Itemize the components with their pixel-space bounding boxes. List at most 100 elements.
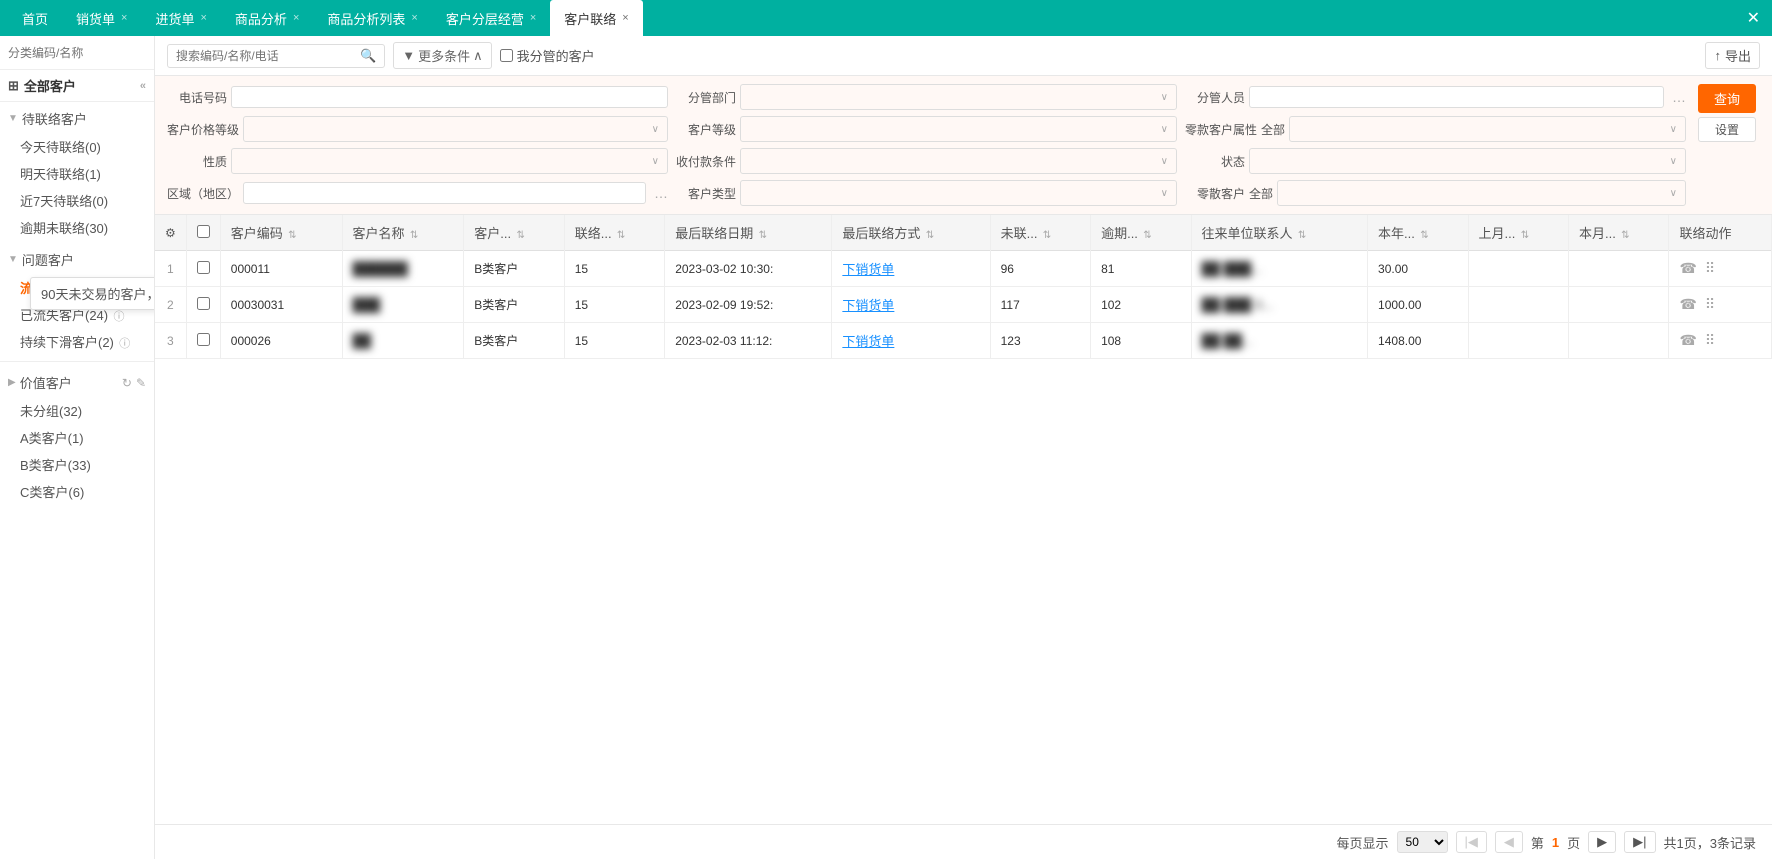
window-close-button[interactable]: ✕ — [1743, 4, 1764, 32]
unit-contact-sort-icon[interactable]: ⇅ — [1298, 230, 1306, 241]
filter-search-icon[interactable]: 🔍 — [360, 48, 376, 64]
filter-payment: 收付款条件 ∨ — [676, 148, 1177, 174]
sidebar-item-today-contact[interactable]: 今天待联络(0) — [0, 133, 154, 160]
gender-select[interactable]: ∨ — [231, 148, 668, 174]
phone-input[interactable] — [231, 86, 668, 108]
tab-customer-segment-close[interactable]: × — [530, 12, 536, 24]
last-page-button[interactable]: ▶| — [1624, 831, 1655, 853]
first-page-button[interactable]: |◀ — [1456, 831, 1487, 853]
last-month-sort-icon[interactable]: ⇅ — [1521, 230, 1529, 241]
export-button[interactable]: ↑ 导出 — [1705, 42, 1760, 69]
page-size-label: 每页显示 — [1337, 833, 1389, 852]
settings-button[interactable]: 设置 — [1698, 117, 1756, 142]
price-level-select[interactable]: ∨ — [243, 116, 668, 142]
contact-sort-icon[interactable]: ⇅ — [617, 230, 625, 241]
last-method-link[interactable]: 下销货单 — [842, 262, 894, 277]
next-page-button[interactable]: ▶ — [1588, 831, 1616, 853]
dept-chevron-icon: ∨ — [1161, 92, 1168, 103]
tab-home[interactable]: 首页 — [8, 0, 62, 36]
row-checkbox[interactable] — [186, 323, 220, 359]
zero-attr-select[interactable]: ∨ — [1289, 116, 1686, 142]
edit-icon[interactable]: ✎ — [136, 376, 146, 390]
customer-type-select[interactable]: ∨ — [740, 180, 1177, 206]
sidebar-search-input[interactable] — [8, 46, 155, 60]
last-method-sort-icon[interactable]: ⇅ — [926, 230, 934, 241]
chevron-down-icon: ∧ — [473, 48, 483, 64]
status-select[interactable]: ∨ — [1249, 148, 1686, 174]
contact-action-icon[interactable]: ☎ — [1679, 332, 1696, 349]
region-input[interactable] — [243, 182, 646, 204]
more-action-icon[interactable]: ⠿ — [1705, 296, 1715, 313]
manager-more-icon[interactable]: … — [1672, 89, 1686, 105]
contact-action-icon[interactable]: ☎ — [1679, 260, 1696, 277]
col-settings[interactable]: ⚙ — [155, 215, 186, 251]
tab-customer-contact-close[interactable]: × — [622, 12, 628, 24]
payment-select[interactable]: ∨ — [740, 148, 1177, 174]
zero-attr-chevron-icon: ∨ — [1670, 124, 1677, 135]
prev-page-button[interactable]: ◀ — [1495, 831, 1523, 853]
sidebar-item-tomorrow-contact[interactable]: 明天待联络(1) — [0, 160, 154, 187]
tab-sales-order-close[interactable]: × — [121, 12, 127, 24]
all-customers-header[interactable]: ⊞ 全部客户 « — [0, 70, 154, 102]
last-method-link[interactable]: 下销货单 — [842, 298, 894, 313]
tab-product-analysis[interactable]: 商品分析 × — [221, 0, 313, 36]
filter-row-4: 区域（地区） … 客户类型 ∨ 零散客户 — [167, 180, 1686, 206]
customer-level-select[interactable]: ∨ — [740, 116, 1177, 142]
this-year-sort-icon[interactable]: ⇅ — [1420, 230, 1428, 241]
pending-contact-header[interactable]: ▼ 待联络客户 — [0, 104, 154, 133]
row-checkbox[interactable] — [186, 251, 220, 287]
name-sort-icon[interactable]: ⇅ — [410, 230, 418, 241]
customer-table: ⚙ 客户编码 ⇅ 客户名称 ⇅ 客户... ⇅ — [155, 215, 1772, 359]
tab-sales-order[interactable]: 销货单 × — [62, 0, 141, 36]
tab-purchase-order-close[interactable]: × — [200, 12, 206, 24]
zero-customer-select[interactable]: ∨ — [1277, 180, 1686, 206]
last-method-link[interactable]: 下销货单 — [842, 334, 894, 349]
col-checkbox[interactable] — [186, 215, 220, 251]
contact-action-icon[interactable]: ☎ — [1679, 296, 1696, 313]
tab-customer-segment[interactable]: 客户分层经营 × — [432, 0, 550, 36]
tab-customer-contact[interactable]: 客户联络 × — [550, 0, 642, 36]
row-last-month — [1468, 323, 1568, 359]
more-conditions-button[interactable]: ▼ 更多条件 ∧ — [393, 42, 491, 69]
manager-input[interactable] — [1249, 86, 1664, 108]
sidebar-search-area: 🔍 — [0, 36, 154, 70]
code-sort-icon[interactable]: ⇅ — [288, 230, 296, 241]
row-action: ☎ ⠿ — [1669, 251, 1772, 287]
value-customer-header[interactable]: ▶ 价值客户 ↻ ✎ — [0, 368, 154, 397]
grid-icon: ⊞ — [8, 78, 19, 94]
tab-product-list-close[interactable]: × — [411, 12, 417, 24]
more-action-icon[interactable]: ⠿ — [1705, 332, 1715, 349]
sidebar-item-week-contact[interactable]: 近7天待联络(0) — [0, 187, 154, 214]
col-name: 客户名称 ⇅ — [342, 215, 464, 251]
last-date-sort-icon[interactable]: ⇅ — [759, 230, 767, 241]
more-action-icon[interactable]: ⠿ — [1705, 260, 1715, 277]
region-more-icon[interactable]: … — [654, 185, 668, 201]
problem-customer-header[interactable]: ▼ 问题客户 — [0, 245, 154, 274]
sidebar-item-class-c[interactable]: C类客户(6) — [0, 478, 154, 505]
dept-select[interactable]: ∨ — [740, 84, 1177, 110]
query-button[interactable]: 查询 — [1698, 84, 1756, 113]
total-records-label: 共1页，3条记录 — [1664, 833, 1756, 852]
overdue-sort-icon[interactable]: ⇅ — [1143, 230, 1151, 241]
type-sort-icon[interactable]: ⇅ — [516, 230, 524, 241]
col-no-contact: 未联... ⇅ — [990, 215, 1090, 251]
refresh-icon[interactable]: ↻ — [122, 376, 132, 390]
this-month-sort-icon[interactable]: ⇅ — [1621, 230, 1629, 241]
my-customers-checkbox[interactable] — [500, 49, 513, 62]
row-name: ██ — [342, 323, 464, 359]
sidebar-item-class-a[interactable]: A类客户(1) — [0, 424, 154, 451]
sidebar-item-class-b[interactable]: B类客户(33) — [0, 451, 154, 478]
select-all-checkbox[interactable] — [197, 225, 210, 238]
filter-search-input[interactable] — [176, 49, 356, 63]
no-contact-sort-icon[interactable]: ⇅ — [1043, 230, 1051, 241]
content-area: 🔍 ▼ 更多条件 ∧ 我分管的客户 ↑ 导出 — [155, 36, 1772, 859]
tab-product-list[interactable]: 商品分析列表 × — [313, 0, 431, 36]
page-size-select[interactable]: 50 100 200 — [1397, 831, 1448, 853]
row-type: B类客户 — [464, 287, 564, 323]
sidebar-item-declining[interactable]: 持续下滑客户(2) ⓘ — [0, 328, 154, 355]
row-checkbox[interactable] — [186, 287, 220, 323]
tab-purchase-order[interactable]: 进货单 × — [141, 0, 220, 36]
sidebar-item-overdue-contact[interactable]: 逾期未联络(30) — [0, 214, 154, 241]
tab-product-analysis-close[interactable]: × — [293, 12, 299, 24]
sidebar-item-unclassified[interactable]: 未分组(32) — [0, 397, 154, 424]
